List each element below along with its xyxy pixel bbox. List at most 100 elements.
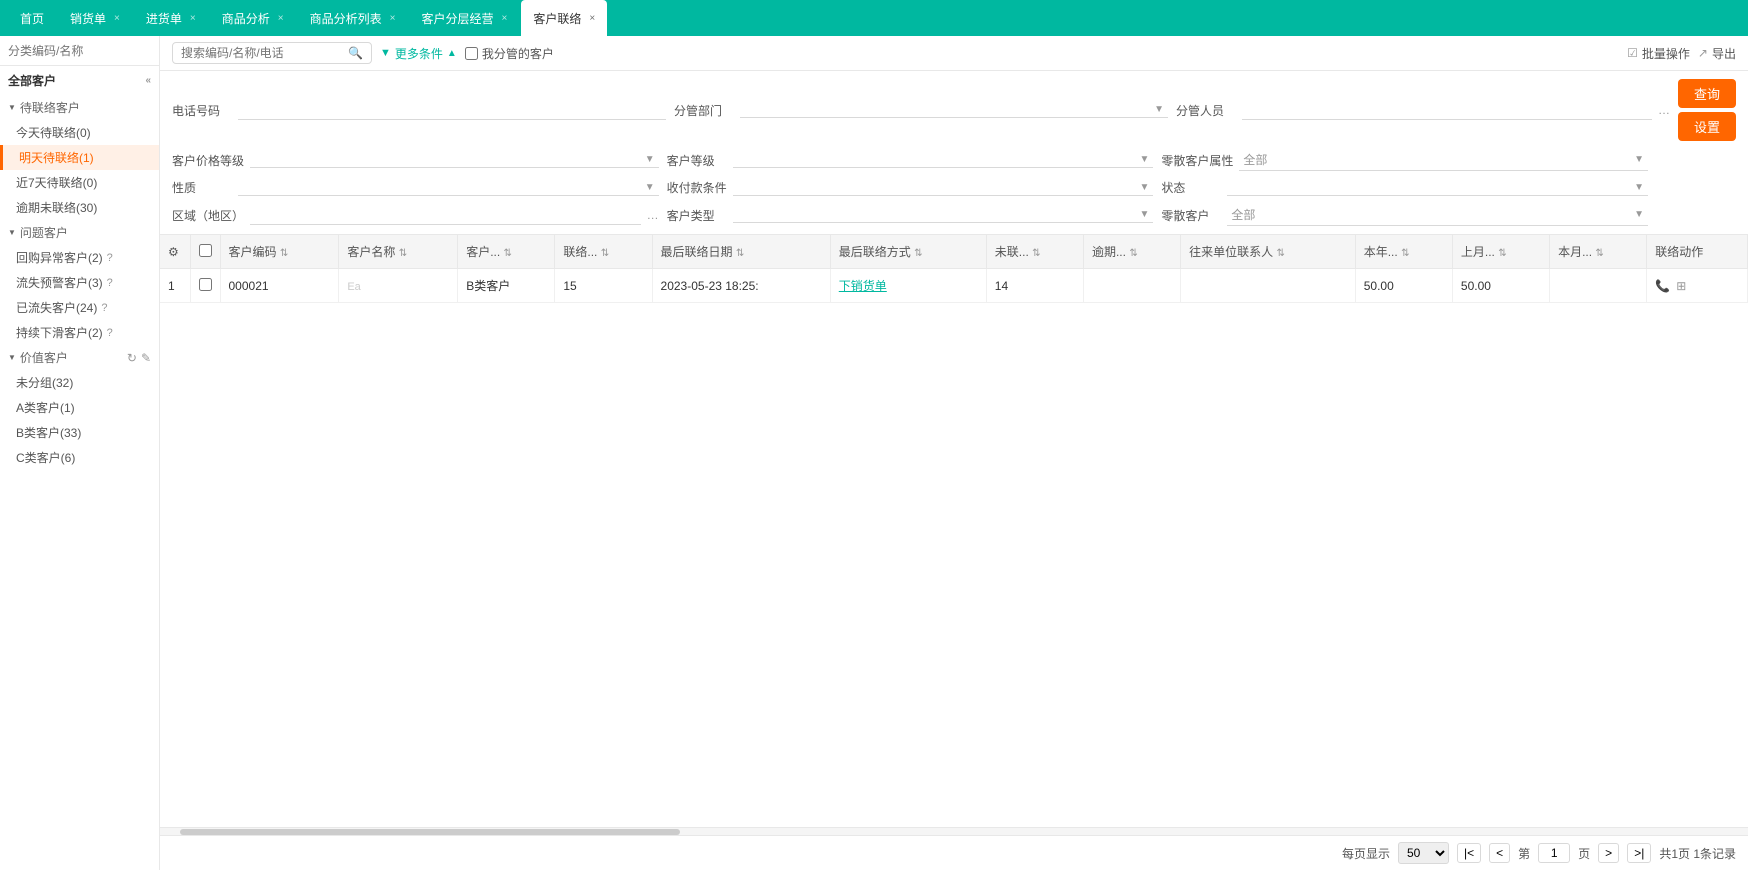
status-select[interactable]: ▼: [1227, 180, 1648, 196]
sort-icon[interactable]: ⇅: [914, 248, 922, 259]
batch-icon: ☑: [1627, 46, 1638, 60]
nav-close-icon[interactable]: ×: [278, 13, 284, 24]
sidebar-item-b-class[interactable]: B类客户(33): [0, 420, 159, 445]
nav-product-analysis-list[interactable]: 商品分析列表 ×: [298, 0, 408, 36]
sidebar-group-pending[interactable]: ▼ 待联络客户: [0, 95, 159, 120]
col-header-last-contact-date: 最后联络日期 ⇅: [652, 235, 830, 269]
nav-sales-order[interactable]: 销货单 ×: [58, 0, 132, 36]
nav-close-icon[interactable]: ×: [390, 13, 396, 24]
nav-customer-contact[interactable]: 客户联络 ×: [521, 0, 607, 36]
refresh-icon[interactable]: ↻: [127, 351, 137, 365]
sidebar-group-problem[interactable]: ▼ 问题客户: [0, 220, 159, 245]
filter-search-input[interactable]: [181, 46, 344, 60]
my-customers-checkbox-label[interactable]: 我分管的客户: [465, 45, 554, 62]
batch-operation-button[interactable]: ☑ 批量操作: [1627, 45, 1690, 62]
manager-dots-icon[interactable]: …: [1658, 103, 1670, 117]
sort-icon[interactable]: ⇅: [1595, 248, 1603, 259]
sidebar-item-declining[interactable]: 持续下滑客户(2) ?: [0, 320, 159, 345]
region-input[interactable]: [250, 206, 641, 225]
filter-field-retail-customer: 零散客户 全部 ▼: [1161, 204, 1648, 226]
query-button[interactable]: 查询: [1678, 79, 1736, 108]
sort-icon[interactable]: ⇅: [280, 248, 288, 259]
next-page-button[interactable]: >: [1598, 843, 1619, 863]
col-header-unit-contact: 往来单位联系人 ⇅: [1181, 235, 1356, 269]
row-last-contact-date: 2023-05-23 18:25:: [652, 269, 830, 303]
sidebar-item-churned[interactable]: 已流失客户(24) ?: [0, 295, 159, 320]
sort-icon[interactable]: ⇅: [1129, 248, 1137, 259]
sidebar-item-abnormal-repurchase[interactable]: 回购异常客户(2) ?: [0, 245, 159, 270]
edit-icon[interactable]: ✎: [141, 351, 151, 365]
gear-column-header[interactable]: ⚙: [160, 235, 190, 269]
sort-icon[interactable]: ⇅: [1276, 248, 1284, 259]
sort-icon[interactable]: ⇅: [601, 248, 609, 259]
sidebar-search-input[interactable]: [8, 44, 160, 58]
nav-close-active-icon[interactable]: ×: [589, 13, 595, 24]
sidebar-item-churn-warning[interactable]: 流失预警客户(3) ?: [0, 270, 159, 295]
nav-home[interactable]: 首页: [8, 0, 56, 36]
help-icon: ?: [107, 252, 113, 264]
scrollbar-thumb[interactable]: [180, 829, 680, 835]
export-button[interactable]: ↗ 导出: [1698, 45, 1736, 62]
row-select-checkbox[interactable]: [199, 278, 212, 291]
sort-icon[interactable]: ⇅: [1032, 248, 1040, 259]
nav-customer-tier[interactable]: 客户分层经营 ×: [409, 0, 519, 36]
customer-type-select[interactable]: ▼: [733, 207, 1154, 223]
contact-method-link[interactable]: 下销货单: [839, 279, 887, 293]
prev-page-button[interactable]: <: [1489, 843, 1510, 863]
set-button[interactable]: 设置: [1678, 112, 1736, 141]
phone-input[interactable]: [238, 101, 666, 120]
filter-search-icon[interactable]: 🔍: [348, 46, 363, 60]
page-input[interactable]: [1538, 843, 1570, 863]
nav-product-analysis[interactable]: 商品分析 ×: [210, 0, 296, 36]
settings-icon[interactable]: ⚙: [168, 245, 179, 259]
dept-select[interactable]: ▼: [740, 102, 1168, 118]
masked-name: Ea: [347, 281, 360, 293]
sidebar-search-area: 🔍: [0, 36, 159, 66]
first-page-button[interactable]: |<: [1457, 843, 1481, 863]
my-customers-checkbox[interactable]: [465, 47, 478, 60]
nav-purchase-order[interactable]: 进货单 ×: [134, 0, 208, 36]
grid-icon[interactable]: ⊞: [1676, 279, 1686, 293]
filter-field-customer-grade: 客户等级 ▼: [667, 152, 1154, 169]
col-header-last-contact-method: 最后联络方式 ⇅: [830, 235, 986, 269]
manager-input[interactable]: [1242, 101, 1652, 120]
col-header-overdue: 逾期... ⇅: [1083, 235, 1180, 269]
sidebar-item-tomorrow[interactable]: 明天待联络(1): [0, 145, 159, 170]
region-dots-icon[interactable]: …: [647, 208, 659, 222]
per-page-select[interactable]: 50 100 200: [1398, 842, 1449, 864]
select-all-checkbox[interactable]: [199, 244, 212, 257]
sidebar-item-c-class[interactable]: C类客户(6): [0, 445, 159, 470]
sidebar-all-customers[interactable]: 全部客户 «: [0, 66, 159, 95]
sidebar-item-overdue[interactable]: 逾期未联络(30): [0, 195, 159, 220]
sidebar-item-a-class[interactable]: A类客户(1): [0, 395, 159, 420]
nav-close-icon[interactable]: ×: [114, 13, 120, 24]
sort-icon[interactable]: ⇅: [1498, 248, 1506, 259]
nav-close-icon[interactable]: ×: [501, 13, 507, 24]
last-page-button[interactable]: >|: [1627, 843, 1651, 863]
sort-icon[interactable]: ⇅: [399, 248, 407, 259]
customer-grade-select[interactable]: ▼: [733, 152, 1154, 168]
filter-search-box: 🔍: [172, 42, 372, 64]
sidebar-item-ungrouped[interactable]: 未分组(32): [0, 370, 159, 395]
retail-customer-select[interactable]: 全部 ▼: [1227, 204, 1648, 226]
row-this-month: [1550, 269, 1647, 303]
retail-attr-select[interactable]: 全部 ▼: [1239, 149, 1648, 171]
nature-select[interactable]: ▼: [238, 180, 659, 196]
payment-terms-select[interactable]: ▼: [733, 180, 1154, 196]
nav-close-icon[interactable]: ×: [190, 13, 196, 24]
row-action[interactable]: 📞 ⊞: [1647, 269, 1748, 303]
phone-icon[interactable]: 📞: [1655, 279, 1670, 293]
sidebar-group-value[interactable]: ▼ 价值客户 ↻ ✎: [0, 345, 159, 370]
sort-icon[interactable]: ⇅: [1401, 248, 1409, 259]
more-conditions-button[interactable]: ▼ 更多条件 ▲: [380, 45, 457, 62]
price-grade-select[interactable]: ▼: [250, 152, 659, 168]
horizontal-scrollbar[interactable]: [160, 827, 1748, 835]
sidebar-item-today[interactable]: 今天待联络(0): [0, 120, 159, 145]
sort-icon[interactable]: ⇅: [504, 248, 512, 259]
row-last-contact-method[interactable]: 下销货单: [830, 269, 986, 303]
col-header-last-month: 上月... ⇅: [1452, 235, 1549, 269]
col-header-code: 客户编码 ⇅: [220, 235, 339, 269]
sidebar-item-7days[interactable]: 近7天待联络(0): [0, 170, 159, 195]
sort-icon[interactable]: ⇅: [736, 248, 744, 259]
filter-buttons: 查询 设置: [1678, 79, 1736, 141]
